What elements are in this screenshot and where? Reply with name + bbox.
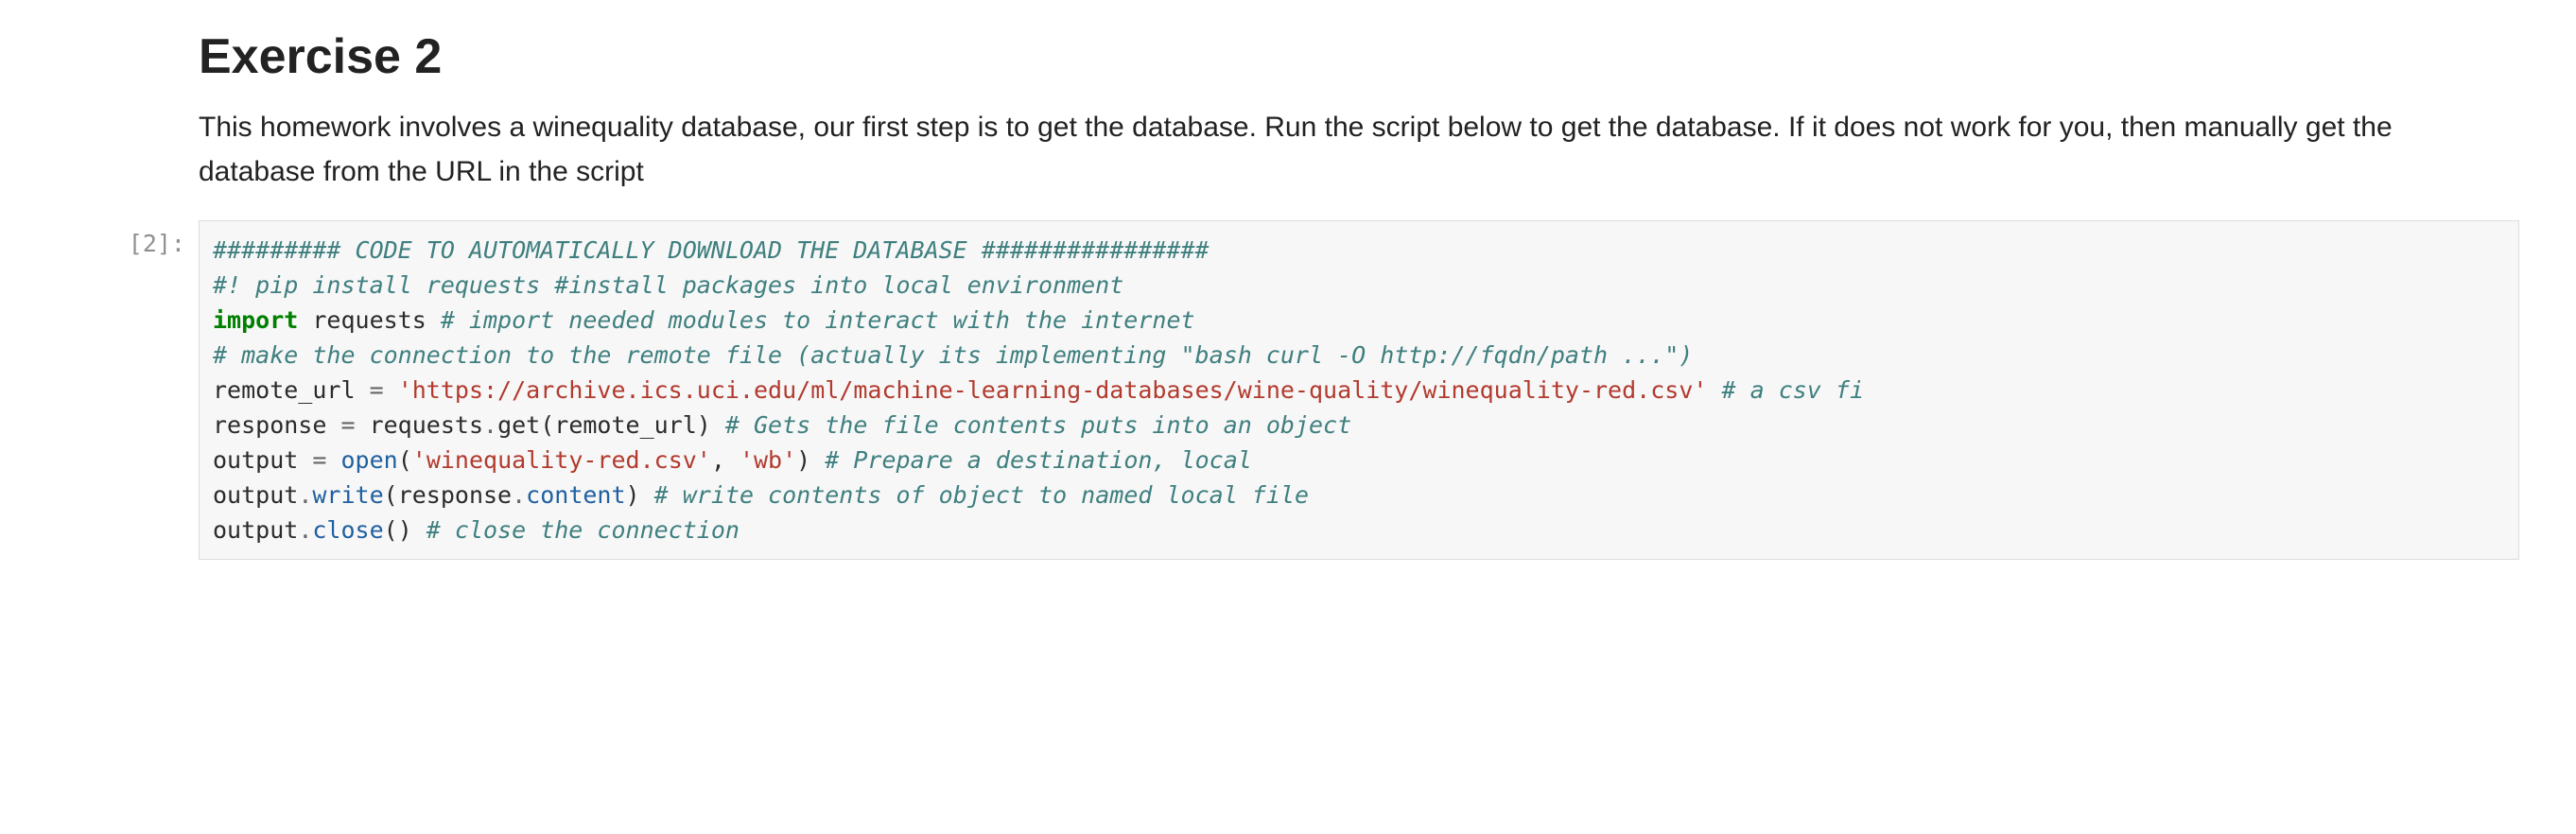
code-token: open bbox=[340, 446, 397, 474]
code-token: 'https://archive.ics.uci.edu/ml/machine-… bbox=[398, 376, 1708, 404]
code-token: # import needed modules to interact with… bbox=[441, 306, 1195, 334]
code-token: = bbox=[370, 376, 384, 404]
code-token: , bbox=[711, 446, 740, 474]
notebook: Exercise 2 This homework involves a wine… bbox=[0, 0, 2576, 598]
code-token: = bbox=[340, 411, 355, 439]
code-token: response bbox=[213, 411, 340, 439]
code-token: 'wb' bbox=[740, 446, 796, 474]
code-token: remote_url bbox=[213, 376, 370, 404]
code-token bbox=[384, 376, 398, 404]
code-token: output bbox=[213, 516, 298, 544]
code-token: output bbox=[213, 481, 298, 509]
code-cell: [2]: ######### CODE TO AUTOMATICALLY DOW… bbox=[57, 220, 2519, 560]
code-token: ######### CODE TO AUTOMATICALLY DOWNLOAD… bbox=[213, 236, 1210, 264]
code-token: () bbox=[384, 516, 426, 544]
code-token: requests bbox=[356, 411, 483, 439]
code-token bbox=[1707, 376, 1721, 404]
code-token: . bbox=[512, 481, 526, 509]
code-token: . bbox=[298, 481, 312, 509]
code-token: # Prepare a destination, local bbox=[825, 446, 1252, 474]
code-token: content bbox=[526, 481, 625, 509]
code-token: . bbox=[483, 411, 497, 439]
code-token: import bbox=[213, 306, 298, 334]
code-token: ) bbox=[796, 446, 825, 474]
code-token: (response bbox=[384, 481, 512, 509]
code-input-area[interactable]: ######### CODE TO AUTOMATICALLY DOWNLOAD… bbox=[199, 220, 2519, 560]
code-content[interactable]: ######### CODE TO AUTOMATICALLY DOWNLOAD… bbox=[213, 233, 2505, 547]
intro-paragraph: This homework involves a winequality dat… bbox=[199, 106, 2481, 194]
code-token: . bbox=[298, 516, 312, 544]
input-prompt: [2]: bbox=[57, 220, 199, 257]
code-token: # close the connection bbox=[426, 516, 740, 544]
code-token: # a csv fi bbox=[1721, 376, 1864, 404]
code-token: = bbox=[312, 446, 326, 474]
code-token: 'winequality-red.csv' bbox=[412, 446, 711, 474]
code-token: ( bbox=[398, 446, 412, 474]
code-token: # make the connection to the remote file… bbox=[213, 341, 1693, 369]
code-token bbox=[326, 446, 340, 474]
markdown-cell: Exercise 2 This homework involves a wine… bbox=[199, 28, 2481, 194]
code-token: write bbox=[312, 481, 383, 509]
code-token: requests bbox=[298, 306, 441, 334]
code-token: #! pip install requests #install package… bbox=[213, 271, 1123, 299]
code-token: # write contents of object to named loca… bbox=[654, 481, 1309, 509]
code-token: ) bbox=[626, 481, 654, 509]
code-token: get(remote_url) bbox=[497, 411, 725, 439]
code-token: output bbox=[213, 446, 312, 474]
heading-exercise: Exercise 2 bbox=[199, 28, 2481, 85]
code-token: close bbox=[312, 516, 383, 544]
code-token: # Gets the file contents puts into an ob… bbox=[725, 411, 1351, 439]
